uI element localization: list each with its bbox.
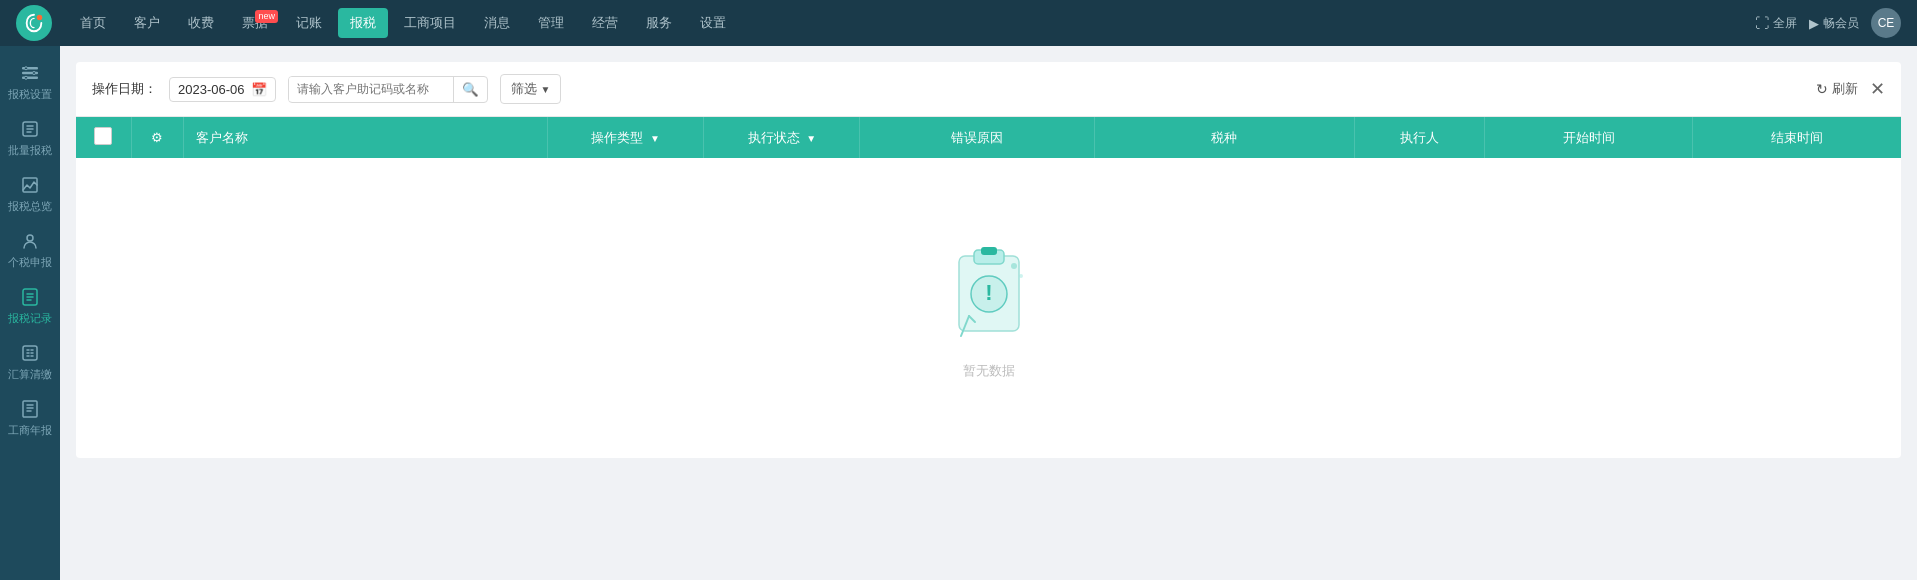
sidebar-item-personal-tax[interactable]: 个税申报 (0, 222, 60, 278)
sidebar-item-tax-settings[interactable]: 报税设置 (0, 54, 60, 110)
exec-status-label: 执行状态 (748, 130, 800, 145)
nav-invoice[interactable]: 票据 new (230, 8, 280, 38)
svg-point-6 (25, 76, 28, 79)
th-start-time: 开始时间 (1485, 117, 1693, 158)
record-icon (19, 286, 41, 308)
data-table: ⚙ 客户名称 操作类型 ▼ 执行状态 ▼ 错误原因 税种 执行 (76, 117, 1901, 158)
close-button[interactable]: ✕ (1870, 78, 1885, 100)
search-box: 🔍 (288, 76, 488, 103)
fullscreen-button[interactable]: ⛶ 全屏 (1755, 15, 1797, 32)
th-checkbox (76, 117, 131, 158)
table-header-row: ⚙ 客户名称 操作类型 ▼ 执行状态 ▼ 错误原因 税种 执行 (76, 117, 1901, 158)
refresh-icon: ↻ (1816, 81, 1828, 97)
calendar-icon: 📅 (251, 82, 267, 97)
th-exec-status[interactable]: 执行状态 ▼ (704, 117, 860, 158)
svg-rect-8 (23, 178, 37, 192)
fullscreen-icon: ⛶ (1755, 15, 1769, 31)
th-settings[interactable]: ⚙ (131, 117, 183, 158)
content-panel: 操作日期： 2023-06-06 📅 🔍 筛选 ▼ ↻ 刷新 ✕ (76, 62, 1901, 458)
sidebar-label-settlement: 汇算清缴 (8, 367, 52, 382)
svg-rect-11 (23, 346, 37, 360)
user-avatar[interactable]: CE (1871, 8, 1901, 38)
sidebar-label-annual-report: 工商年报 (8, 423, 52, 438)
select-all-checkbox[interactable] (94, 127, 112, 145)
svg-point-0 (37, 15, 43, 21)
date-value: 2023-06-06 (178, 82, 245, 97)
nav-right-area: ⛶ 全屏 ▶ 畅会员 CE (1755, 8, 1901, 38)
chevron-down-icon: ▼ (541, 84, 551, 95)
toolbar: 操作日期： 2023-06-06 📅 🔍 筛选 ▼ ↻ 刷新 ✕ (76, 62, 1901, 117)
nav-tax[interactable]: 报税 (338, 8, 388, 38)
svg-point-5 (33, 72, 36, 75)
empty-state: ! 暂无数据 (76, 158, 1901, 458)
sidebar-label-batch-tax: 批量报税 (8, 143, 52, 158)
exec-status-filter-icon[interactable]: ▼ (806, 133, 816, 144)
filter-button[interactable]: 筛选 ▼ (500, 74, 562, 104)
report-icon (19, 398, 41, 420)
th-client-name: 客户名称 (183, 117, 547, 158)
nav-biz[interactable]: 工商项目 (392, 8, 468, 38)
toolbar-right: ↻ 刷新 ✕ (1816, 78, 1885, 100)
sidebar-item-batch-tax[interactable]: 批量报税 (0, 110, 60, 166)
filter-label: 筛选 (511, 80, 537, 98)
th-executor: 执行人 (1354, 117, 1484, 158)
nav-bookkeeping[interactable]: 记账 (284, 8, 334, 38)
svg-text:!: ! (985, 280, 992, 305)
th-end-time: 结束时间 (1693, 117, 1901, 158)
op-type-label: 操作类型 (591, 130, 643, 145)
settings-icon (19, 62, 41, 84)
column-settings-icon: ⚙ (151, 130, 163, 145)
nav-message[interactable]: 消息 (472, 8, 522, 38)
search-button[interactable]: 🔍 (453, 77, 487, 102)
date-label: 操作日期： (92, 80, 157, 98)
sidebar-label-tax-summary: 报税总览 (8, 199, 52, 214)
refresh-button[interactable]: ↻ 刷新 (1816, 80, 1858, 98)
sidebar-label-personal-tax: 个税申报 (8, 255, 52, 270)
video-icon: ▶ (1809, 16, 1819, 31)
nav-client[interactable]: 客户 (122, 8, 172, 38)
svg-point-4 (25, 67, 28, 70)
sidebar-label-tax-settings: 报税设置 (8, 87, 52, 102)
sidebar-label-tax-records: 报税记录 (8, 311, 52, 326)
nav-settings[interactable]: 设置 (688, 8, 738, 38)
main-content: 操作日期： 2023-06-06 📅 🔍 筛选 ▼ ↻ 刷新 ✕ (60, 46, 1917, 580)
sidebar: 报税设置 批量报税 报税总览 个税申报 (0, 46, 60, 580)
svg-point-9 (27, 235, 33, 241)
svg-point-21 (1019, 274, 1023, 278)
nav-finance[interactable]: 经营 (580, 8, 630, 38)
vip-button[interactable]: ▶ 畅会员 (1809, 15, 1859, 32)
nav-billing[interactable]: 收费 (176, 8, 226, 38)
calc-icon (19, 342, 41, 364)
refresh-label: 刷新 (1832, 80, 1858, 98)
svg-rect-15 (981, 247, 997, 255)
th-op-type[interactable]: 操作类型 ▼ (548, 117, 704, 158)
th-tax-type: 税种 (1094, 117, 1354, 158)
th-error-reason: 错误原因 (860, 117, 1094, 158)
svg-rect-12 (23, 401, 37, 417)
sidebar-item-tax-records[interactable]: 报税记录 (0, 278, 60, 334)
person-icon (19, 230, 41, 252)
nav-home[interactable]: 首页 (68, 8, 118, 38)
summary-icon (19, 174, 41, 196)
empty-text: 暂无数据 (963, 362, 1015, 380)
table-scroll-area[interactable]: ⚙ 客户名称 操作类型 ▼ 执行状态 ▼ 错误原因 税种 执行 (76, 117, 1901, 458)
search-icon: 🔍 (462, 82, 479, 97)
sidebar-item-annual-report[interactable]: 工商年报 (0, 390, 60, 446)
sidebar-item-tax-summary[interactable]: 报税总览 (0, 166, 60, 222)
empty-illustration: ! (939, 236, 1039, 346)
nav-manage[interactable]: 管理 (526, 8, 576, 38)
search-input[interactable] (289, 77, 453, 101)
nav-service[interactable]: 服务 (634, 8, 684, 38)
top-navigation: 首页 客户 收费 票据 new 记账 报税 工商项目 消息 管理 经营 服务 设… (0, 0, 1917, 46)
nav-menu: 首页 客户 收费 票据 new 记账 报税 工商项目 消息 管理 经营 服务 设… (68, 8, 1755, 38)
svg-point-20 (1011, 263, 1017, 269)
new-badge: new (255, 10, 278, 23)
date-picker[interactable]: 2023-06-06 📅 (169, 77, 276, 102)
app-logo[interactable] (16, 5, 52, 41)
batch-icon (19, 118, 41, 140)
sidebar-item-settlement[interactable]: 汇算清缴 (0, 334, 60, 390)
op-type-filter-icon[interactable]: ▼ (650, 133, 660, 144)
